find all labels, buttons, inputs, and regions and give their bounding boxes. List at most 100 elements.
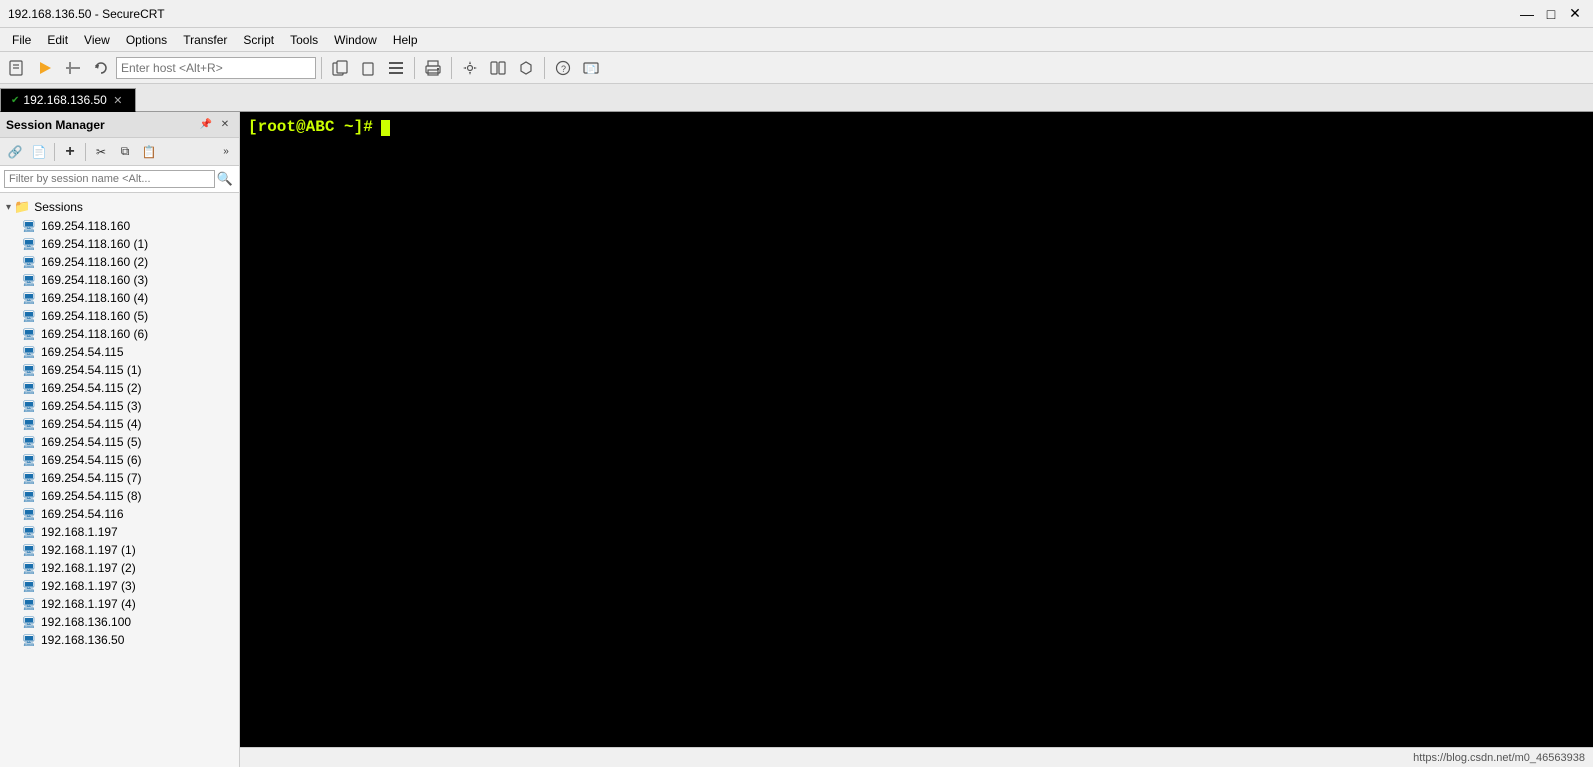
session-icon: 🖥 — [22, 382, 36, 395]
menu-edit[interactable]: Edit — [39, 31, 76, 49]
menu-file[interactable]: File — [4, 31, 39, 49]
session-icon: 🖥 — [22, 508, 36, 521]
menu-view[interactable]: View — [76, 31, 118, 49]
find-files-button[interactable] — [383, 55, 409, 81]
list-item[interactable]: 🖥169.254.118.160 — [0, 217, 239, 235]
list-item[interactable]: 🖥169.254.54.115 (7) — [0, 469, 239, 487]
help-button[interactable]: ? — [550, 55, 576, 81]
sidebar-cut-button[interactable]: ✂ — [90, 141, 112, 163]
list-item[interactable]: 🖥169.254.54.115 (1) — [0, 361, 239, 379]
keymap-button[interactable] — [513, 55, 539, 81]
toolbar-separator-1 — [321, 57, 322, 79]
copy-button[interactable] — [355, 55, 381, 81]
list-item[interactable]: 🖥169.254.54.115 (6) — [0, 451, 239, 469]
session-icon: 🖥 — [22, 328, 36, 341]
menu-transfer[interactable]: Transfer — [175, 31, 235, 49]
tab-label: 192.168.136.50 — [23, 93, 106, 107]
sidebar: Session Manager 📌 ✕ 🔗 📄 + ✂ ⧉ 📋 » — [0, 112, 240, 767]
sidebar-toolbar: 🔗 📄 + ✂ ⧉ 📋 » — [0, 138, 239, 166]
list-item[interactable]: 🖥192.168.1.197 (4) — [0, 595, 239, 613]
list-item[interactable]: 🖥169.254.118.160 (1) — [0, 235, 239, 253]
host-input-container[interactable] — [116, 57, 316, 79]
print-button[interactable] — [420, 55, 446, 81]
list-item[interactable]: 🖥169.254.54.115 (8) — [0, 487, 239, 505]
clone-session-button[interactable] — [327, 55, 353, 81]
status-url: https://blog.csdn.net/m0_46563938 — [1413, 752, 1585, 764]
session-list: 🖥169.254.118.160🖥169.254.118.160 (1)🖥169… — [0, 217, 239, 649]
folder-icon: 📁 — [14, 199, 30, 215]
session-icon: 🖥 — [22, 544, 36, 557]
host-input[interactable] — [121, 61, 311, 75]
tab-close-button[interactable]: ✕ — [111, 93, 125, 107]
list-item[interactable]: 🖥169.254.54.115 (3) — [0, 397, 239, 415]
terminal[interactable]: [root@ABC ~]# — [240, 112, 1593, 747]
menu-tools[interactable]: Tools — [282, 31, 326, 49]
sidebar-copy-button[interactable]: ⧉ — [114, 141, 136, 163]
list-item[interactable]: 🖥192.168.136.100 — [0, 613, 239, 631]
tree-toggle-icon: ▾ — [6, 202, 11, 213]
session-name: 169.254.54.115 (5) — [41, 435, 142, 449]
tree-root-label: Sessions — [34, 200, 83, 214]
session-icon: 🖥 — [22, 436, 36, 449]
menu-script[interactable]: Script — [235, 31, 282, 49]
sidebar-link-button[interactable]: 🔗 — [4, 141, 26, 163]
list-item[interactable]: 🖥169.254.54.115 (4) — [0, 415, 239, 433]
sidebar-paste-button[interactable]: 📋 — [138, 141, 160, 163]
session-name: 169.254.54.115 (2) — [41, 381, 142, 395]
session-icon: 🖥 — [22, 256, 36, 269]
close-button[interactable]: ✕ — [1565, 4, 1585, 24]
toolbar-separator-3 — [451, 57, 452, 79]
list-item[interactable]: 🖥 169.254.118.160 (2) — [0, 253, 239, 271]
minimize-button[interactable]: — — [1517, 4, 1537, 24]
session-name: 192.168.1.197 — [41, 525, 118, 539]
tree-root-item[interactable]: ▾ 📁 Sessions — [0, 197, 239, 217]
reconnect-button[interactable] — [88, 55, 114, 81]
new-session-button[interactable] — [4, 55, 30, 81]
session-name: 169.254.118.160 (2) — [41, 255, 148, 269]
menu-options[interactable]: Options — [118, 31, 175, 49]
sidebar-page-button[interactable]: 📄 — [28, 141, 50, 163]
menu-help[interactable]: Help — [385, 31, 426, 49]
session-icon: 🖥 — [22, 292, 36, 305]
session-name: 192.168.1.197 (3) — [41, 579, 136, 593]
split-button[interactable] — [485, 55, 511, 81]
list-item[interactable]: 🖥 169.254.54.115 (2) — [0, 379, 239, 397]
maximize-button[interactable]: □ — [1541, 4, 1561, 24]
list-item[interactable]: 🖥192.168.136.50 — [0, 631, 239, 649]
sidebar-expand-button[interactable]: » — [217, 141, 235, 163]
list-item[interactable]: 🖥192.168.1.197 — [0, 523, 239, 541]
list-item[interactable]: 🖥 169.254.54.115 (5) — [0, 433, 239, 451]
filter-search-button[interactable]: 🔍 — [215, 169, 235, 189]
disconnect-button[interactable] — [60, 55, 86, 81]
list-item[interactable]: 🖥169.254.54.115 — [0, 343, 239, 361]
connect-button[interactable] — [32, 55, 58, 81]
sidebar-add-button[interactable]: + — [59, 141, 81, 163]
session-name: 169.254.118.160 (5) — [41, 309, 148, 323]
list-item[interactable]: 🖥169.254.118.160 (3) — [0, 271, 239, 289]
filter-input[interactable] — [4, 170, 215, 188]
close-sidebar-button[interactable]: ✕ — [217, 117, 233, 133]
terminal-container: [root@ABC ~]# https://blog.csdn.net/m0_4… — [240, 112, 1593, 767]
menu-window[interactable]: Window — [326, 31, 385, 49]
list-item[interactable]: 🖥169.254.54.116 — [0, 505, 239, 523]
list-item[interactable]: 🖥192.168.1.197 (2) — [0, 559, 239, 577]
session-name: 169.254.54.115 (3) — [41, 399, 142, 413]
session-name: 169.254.54.115 (6) — [41, 453, 142, 467]
list-item[interactable]: 🖥169.254.118.160 (6) — [0, 325, 239, 343]
list-item[interactable]: 🖥192.168.1.197 (3) — [0, 577, 239, 595]
list-item[interactable]: 🖥 192.168.1.197 (1) — [0, 541, 239, 559]
sidebar-sep-1 — [54, 143, 55, 161]
list-item[interactable]: 🖥169.254.118.160 (4) — [0, 289, 239, 307]
session-icon: 🖥 — [22, 634, 36, 647]
settings-button[interactable] — [457, 55, 483, 81]
session-name: 192.168.1.197 (1) — [41, 543, 136, 557]
sidebar-header-controls: 📌 ✕ — [198, 117, 233, 133]
session-icon: 🖥 — [22, 472, 36, 485]
pin-sidebar-button[interactable]: 📌 — [198, 117, 214, 133]
filter-container[interactable]: 🔍 — [0, 166, 239, 193]
tree-root: ▾ 📁 Sessions 🖥169.254.118.160🖥169.254.11… — [0, 193, 239, 653]
scripts-button[interactable]: 📄 — [578, 55, 604, 81]
tab-192-168-136-50[interactable]: ✔ 192.168.136.50 ✕ — [0, 88, 136, 112]
session-icon: 🖥 — [22, 274, 36, 287]
list-item[interactable]: 🖥169.254.118.160 (5) — [0, 307, 239, 325]
